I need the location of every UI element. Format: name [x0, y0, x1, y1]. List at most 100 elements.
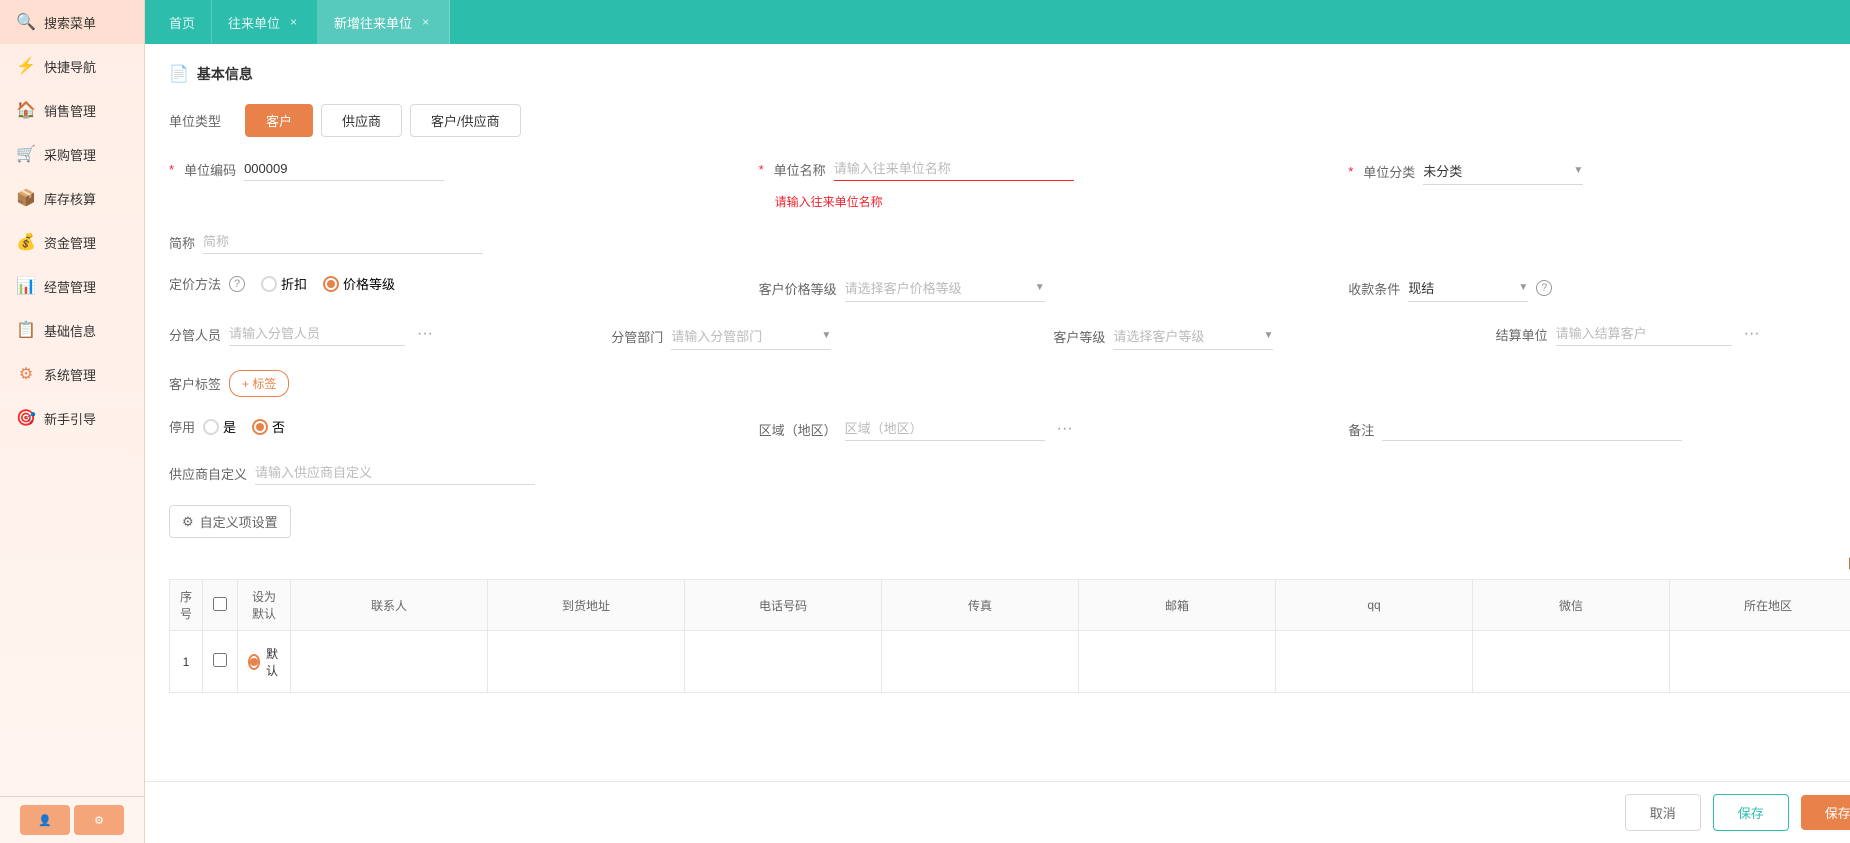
manager-input[interactable]	[229, 322, 405, 346]
sidebar-item-basic-info[interactable]: 📋 基础信息	[0, 308, 144, 352]
pricing-discount-radio-outer	[261, 276, 277, 292]
row-checkbox[interactable]	[213, 653, 227, 667]
select-all-checkbox[interactable]	[213, 597, 227, 611]
unit-type-supplier-btn[interactable]: 供应商	[321, 104, 402, 137]
row-email[interactable]	[1079, 631, 1276, 693]
row-area-input[interactable]	[1680, 650, 1850, 674]
row-qq-input[interactable]	[1286, 650, 1462, 674]
row-address[interactable]	[488, 631, 685, 693]
department-select[interactable]: 请输入分管部门 ▼	[671, 322, 831, 350]
abbreviation-label: 简称	[169, 233, 195, 252]
sidebar-item-label: 快捷导航	[44, 57, 96, 76]
sidebar-item-sales[interactable]: 🏠 销售管理	[0, 88, 144, 132]
pricing-method-radio-group: 折扣 价格等级	[261, 274, 395, 293]
add-tag-btn[interactable]: + 标签	[229, 370, 289, 397]
customer-price-level-placeholder: 请选择客户价格等级	[845, 278, 1031, 297]
department-label: 分管部门	[611, 327, 663, 346]
batch-delete-area: 📋 批量删除	[169, 554, 1850, 571]
region-input[interactable]	[845, 417, 1045, 441]
col-seq: 序号	[170, 580, 203, 631]
payment-terms-help-icon[interactable]: ?	[1536, 280, 1552, 296]
disabled-no-radio[interactable]: 否	[252, 417, 285, 436]
sidebar-item-label: 经营管理	[44, 277, 96, 296]
disabled-yes-radio[interactable]: 是	[203, 417, 236, 436]
row-fax[interactable]	[882, 631, 1079, 693]
customer-level-select[interactable]: 请选择客户等级 ▼	[1113, 322, 1273, 350]
unit-type-customer-btn[interactable]: 客户	[245, 104, 313, 137]
remark-input[interactable]	[1382, 417, 1682, 441]
abbreviation-row: 简称	[169, 230, 1850, 254]
row-phone-input[interactable]	[695, 650, 871, 674]
col-wechat: 微信	[1473, 580, 1670, 631]
sidebar-item-quick-nav[interactable]: ⚡ 快捷导航	[0, 44, 144, 88]
row-wechat[interactable]	[1473, 631, 1670, 693]
sidebar-item-operations[interactable]: 📊 经营管理	[0, 264, 144, 308]
col-phone: 电话号码	[685, 580, 882, 631]
unit-type-both-btn[interactable]: 客户/供应商	[410, 104, 521, 137]
row-address-input[interactable]	[498, 650, 674, 674]
unit-name-input[interactable]	[834, 157, 1074, 181]
department-placeholder: 请输入分管部门	[671, 326, 817, 345]
unit-name-label: 单位名称	[774, 160, 826, 179]
row-fax-input[interactable]	[892, 650, 1068, 674]
basic-info-icon: 📋	[16, 320, 36, 340]
pricing-discount-radio[interactable]: 折扣	[261, 274, 307, 293]
sidebar: 🔍 搜索菜单 ⚡ 快捷导航 🏠 销售管理 🛒 采购管理 📦 库存核算 💰 资金管…	[0, 0, 145, 843]
row-contact[interactable]	[291, 631, 488, 693]
payment-terms-select[interactable]: 现结 ▼	[1408, 274, 1528, 302]
sidebar-user-btn[interactable]: 👤	[20, 805, 70, 835]
sidebar-item-finance[interactable]: 💰 资金管理	[0, 220, 144, 264]
unit-code-input[interactable]	[244, 157, 444, 181]
content-area: 📄 基本信息 单位类型 客户 供应商 客户/供应商 * 单位编码	[145, 44, 1850, 781]
tab-new-partner[interactable]: 新增往来单位 ×	[318, 0, 450, 44]
region-more-btn[interactable]: ···	[1053, 420, 1077, 438]
row-wechat-input[interactable]	[1483, 650, 1659, 674]
customer-level-placeholder: 请选择客户等级	[1113, 326, 1259, 345]
section-title-icon: 📄	[169, 64, 189, 84]
tab-partners[interactable]: 往来单位 ×	[212, 0, 318, 44]
col-address: 到货地址	[488, 580, 685, 631]
settlement-unit-input[interactable]	[1556, 322, 1732, 346]
remark-label: 备注	[1348, 420, 1374, 439]
row-contact-input[interactable]	[301, 650, 477, 674]
unit-category-dropdown-arrow: ▼	[1573, 165, 1583, 176]
disabled-region-remark-row: 停用 是 否 区域（地区） ···	[169, 417, 1850, 441]
row-qq[interactable]	[1276, 631, 1473, 693]
custom-settings-btn[interactable]: ⚙ 自定义项设置	[169, 505, 291, 538]
unit-category-select[interactable]: 未分类 ▼	[1423, 157, 1583, 185]
pricing-method-help-icon[interactable]: ?	[229, 276, 245, 292]
customer-price-level-field: 客户价格等级 请选择客户价格等级 ▼	[759, 274, 1325, 302]
customer-level-arrow: ▼	[1264, 330, 1274, 341]
settlement-unit-label: 结算单位	[1496, 325, 1548, 344]
tab-home-label: 首页	[169, 13, 195, 32]
sidebar-item-guide[interactable]: 🎯 新手引导	[0, 396, 144, 440]
save-new-button[interactable]: 保存并新增	[1801, 795, 1850, 830]
sidebar-item-label: 库存核算	[44, 189, 96, 208]
manager-row: 分管人员 ··· 分管部门 请输入分管部门 ▼ 客户等级 请选择客户等级 ▼ 结…	[169, 322, 1850, 350]
customer-price-level-select[interactable]: 请选择客户价格等级 ▼	[845, 274, 1045, 302]
row-email-input[interactable]	[1089, 650, 1265, 674]
pricing-level-radio[interactable]: 价格等级	[323, 274, 395, 293]
disabled-yes-outer	[203, 419, 219, 435]
row-default-radio-outer	[248, 654, 260, 670]
abbreviation-input[interactable]	[203, 230, 483, 254]
sidebar-item-label: 新手引导	[44, 409, 96, 428]
row-area[interactable]	[1670, 631, 1850, 693]
tab-new-partner-close[interactable]: ×	[418, 13, 433, 31]
tab-home[interactable]: 首页	[153, 0, 212, 44]
save-button[interactable]: 保存	[1713, 794, 1789, 831]
sidebar-item-inventory[interactable]: 📦 库存核算	[0, 176, 144, 220]
pricing-method-label: 定价方法	[169, 274, 221, 293]
sidebar-item-purchase[interactable]: 🛒 采购管理	[0, 132, 144, 176]
settlement-unit-more-btn[interactable]: ···	[1740, 325, 1764, 343]
row-phone[interactable]	[685, 631, 882, 693]
cancel-button[interactable]: 取消	[1625, 794, 1701, 831]
sidebar-settings-btn[interactable]: ⚙	[74, 805, 124, 835]
tab-bar: 首页 往来单位 × 新增往来单位 × ×	[145, 0, 1850, 44]
sidebar-item-system[interactable]: ⚙ 系统管理	[0, 352, 144, 396]
unit-category-value: 未分类	[1423, 161, 1569, 180]
sidebar-item-search[interactable]: 🔍 搜索菜单	[0, 0, 144, 44]
manager-more-btn[interactable]: ···	[413, 325, 437, 343]
tab-partners-close[interactable]: ×	[286, 13, 301, 31]
supplier-custom-input[interactable]	[255, 461, 535, 485]
